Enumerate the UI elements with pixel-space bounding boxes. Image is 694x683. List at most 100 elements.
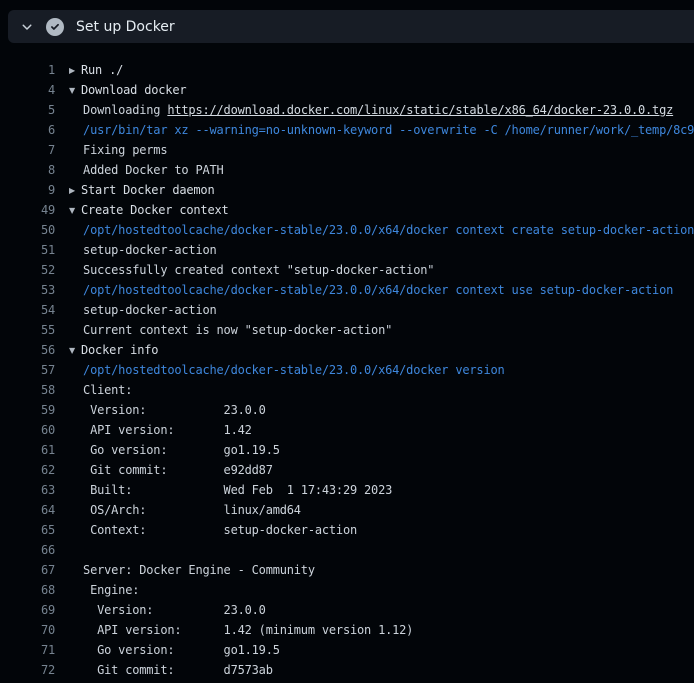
chevron-right-icon: ▶ (69, 181, 81, 200)
log-text: OS/Arch: linux/amd64 (55, 500, 694, 520)
log-content: /opt/hostedtoolcache/docker-stable/23.0.… (55, 280, 694, 300)
log-text: Context: setup-docker-action (55, 520, 694, 540)
log-line: 63 Built: Wed Feb 1 17:43:29 2023 (0, 480, 694, 500)
log-link[interactable]: https://download.docker.com/linux/static… (167, 103, 673, 117)
log-line: 72 Git commit: d7573ab (0, 660, 694, 680)
log-text: Version: 23.0.0 (55, 600, 694, 620)
log-text: Current context is now "setup-docker-act… (55, 320, 694, 340)
log-line: 66 (0, 540, 694, 560)
log-line: 59 Version: 23.0.0 (0, 400, 694, 420)
log-group-toggle[interactable]: ▶Run ./ (55, 60, 694, 80)
log-line: 64 OS/Arch: linux/amd64 (0, 500, 694, 520)
log-text: Engine: (55, 580, 694, 600)
log-text: Git commit: d7573ab (55, 660, 694, 680)
check-circle-icon (46, 18, 64, 36)
log-text: Git commit: e92dd87 (55, 460, 694, 480)
line-number-link[interactable]: 60 (0, 420, 55, 440)
log-line: 69 Version: 23.0.0 (0, 600, 694, 620)
log-line: 57 /opt/hostedtoolcache/docker-stable/23… (0, 360, 694, 380)
line-number-link[interactable]: 53 (0, 280, 55, 300)
log-line: 8 Added Docker to PATH (0, 160, 694, 180)
log-text: setup-docker-action (55, 300, 694, 320)
log-text: Downloading (69, 103, 167, 117)
line-number-link[interactable]: 62 (0, 460, 55, 480)
log-line: 51 setup-docker-action (0, 240, 694, 260)
line-number-link[interactable]: 8 (0, 160, 55, 180)
line-number-link[interactable]: 61 (0, 440, 55, 460)
command-text: /usr/bin/tar xz --warning=no-unknown-key… (69, 123, 694, 137)
chevron-down-icon: ▼ (69, 341, 81, 360)
group-title: Download docker (81, 83, 186, 97)
log-line: 53 /opt/hostedtoolcache/docker-stable/23… (0, 280, 694, 300)
line-number-link[interactable]: 56 (0, 340, 55, 360)
line-number-link[interactable]: 6 (0, 120, 55, 140)
log-line: 60 API version: 1.42 (0, 420, 694, 440)
log-text: API version: 1.42 (55, 420, 694, 440)
line-number-link[interactable]: 51 (0, 240, 55, 260)
log-line: 55 Current context is now "setup-docker-… (0, 320, 694, 340)
log-line: 1▶Run ./ (0, 60, 694, 80)
group-title: Start Docker daemon (81, 183, 214, 197)
chevron-down-icon[interactable] (16, 16, 38, 38)
chevron-right-icon: ▶ (69, 61, 81, 80)
line-number-link[interactable]: 67 (0, 560, 55, 580)
line-number-link[interactable]: 65 (0, 520, 55, 540)
log-line: 62 Git commit: e92dd87 (0, 460, 694, 480)
log-line: 54 setup-docker-action (0, 300, 694, 320)
log-line: 56▼Docker info (0, 340, 694, 360)
line-number-link[interactable]: 58 (0, 380, 55, 400)
line-number-link[interactable]: 70 (0, 620, 55, 640)
line-number-link[interactable]: 59 (0, 400, 55, 420)
log-text: Successfully created context "setup-dock… (55, 260, 694, 280)
log-line: 5 Downloading https://download.docker.co… (0, 100, 694, 120)
log-text: Client: (55, 380, 694, 400)
log-line: 61 Go version: go1.19.5 (0, 440, 694, 460)
line-number-link[interactable]: 9 (0, 180, 55, 200)
line-number-link[interactable]: 72 (0, 660, 55, 680)
log-line: 65 Context: setup-docker-action (0, 520, 694, 540)
log-line: 50 /opt/hostedtoolcache/docker-stable/23… (0, 220, 694, 240)
step-header[interactable]: Set up Docker (8, 10, 694, 43)
log-text: Built: Wed Feb 1 17:43:29 2023 (55, 480, 694, 500)
log-text: Go version: go1.19.5 (55, 640, 694, 660)
log-line: 49▼Create Docker context (0, 200, 694, 220)
log-content: Downloading https://download.docker.com/… (55, 100, 694, 120)
log-text: Server: Docker Engine - Community (55, 560, 694, 580)
line-number-link[interactable]: 71 (0, 640, 55, 660)
line-number-link[interactable]: 55 (0, 320, 55, 340)
log-line: 6 /usr/bin/tar xz --warning=no-unknown-k… (0, 120, 694, 140)
line-number-link[interactable]: 49 (0, 200, 55, 220)
log-text: API version: 1.42 (minimum version 1.12) (55, 620, 694, 640)
line-number-link[interactable]: 50 (0, 220, 55, 240)
line-number-link[interactable]: 7 (0, 140, 55, 160)
line-number-link[interactable]: 52 (0, 260, 55, 280)
log-line: 67 Server: Docker Engine - Community (0, 560, 694, 580)
log-text: Version: 23.0.0 (55, 400, 694, 420)
command-text: /opt/hostedtoolcache/docker-stable/23.0.… (69, 363, 505, 377)
line-number-link[interactable]: 5 (0, 100, 55, 120)
log-group-toggle[interactable]: ▼Download docker (55, 80, 694, 100)
log-group-toggle[interactable]: ▼Create Docker context (55, 200, 694, 220)
log-lines: 1▶Run ./4▼Download docker5 Downloading h… (0, 43, 694, 680)
log-line: 58 Client: (0, 380, 694, 400)
line-number-link[interactable]: 69 (0, 600, 55, 620)
log-content: /opt/hostedtoolcache/docker-stable/23.0.… (55, 220, 694, 240)
group-title: Create Docker context (81, 203, 229, 217)
log-text: Added Docker to PATH (55, 160, 694, 180)
line-number-link[interactable]: 54 (0, 300, 55, 320)
command-text: /opt/hostedtoolcache/docker-stable/23.0.… (69, 283, 673, 297)
line-number-link[interactable]: 63 (0, 480, 55, 500)
log-group-toggle[interactable]: ▼Docker info (55, 340, 694, 360)
actions-log-page: { "header": { "title": "Set up Docker", … (0, 0, 694, 683)
chevron-down-icon: ▼ (69, 201, 81, 220)
line-number-link[interactable]: 64 (0, 500, 55, 520)
line-number-link[interactable]: 4 (0, 80, 55, 100)
log-line: 4▼Download docker (0, 80, 694, 100)
step-set-up-docker: Set up Docker (8, 10, 694, 43)
line-number-link[interactable]: 57 (0, 360, 55, 380)
log-text (55, 540, 694, 560)
log-group-toggle[interactable]: ▶Start Docker daemon (55, 180, 694, 200)
line-number-link[interactable]: 68 (0, 580, 55, 600)
line-number-link[interactable]: 1 (0, 60, 55, 80)
line-number-link[interactable]: 66 (0, 540, 55, 560)
